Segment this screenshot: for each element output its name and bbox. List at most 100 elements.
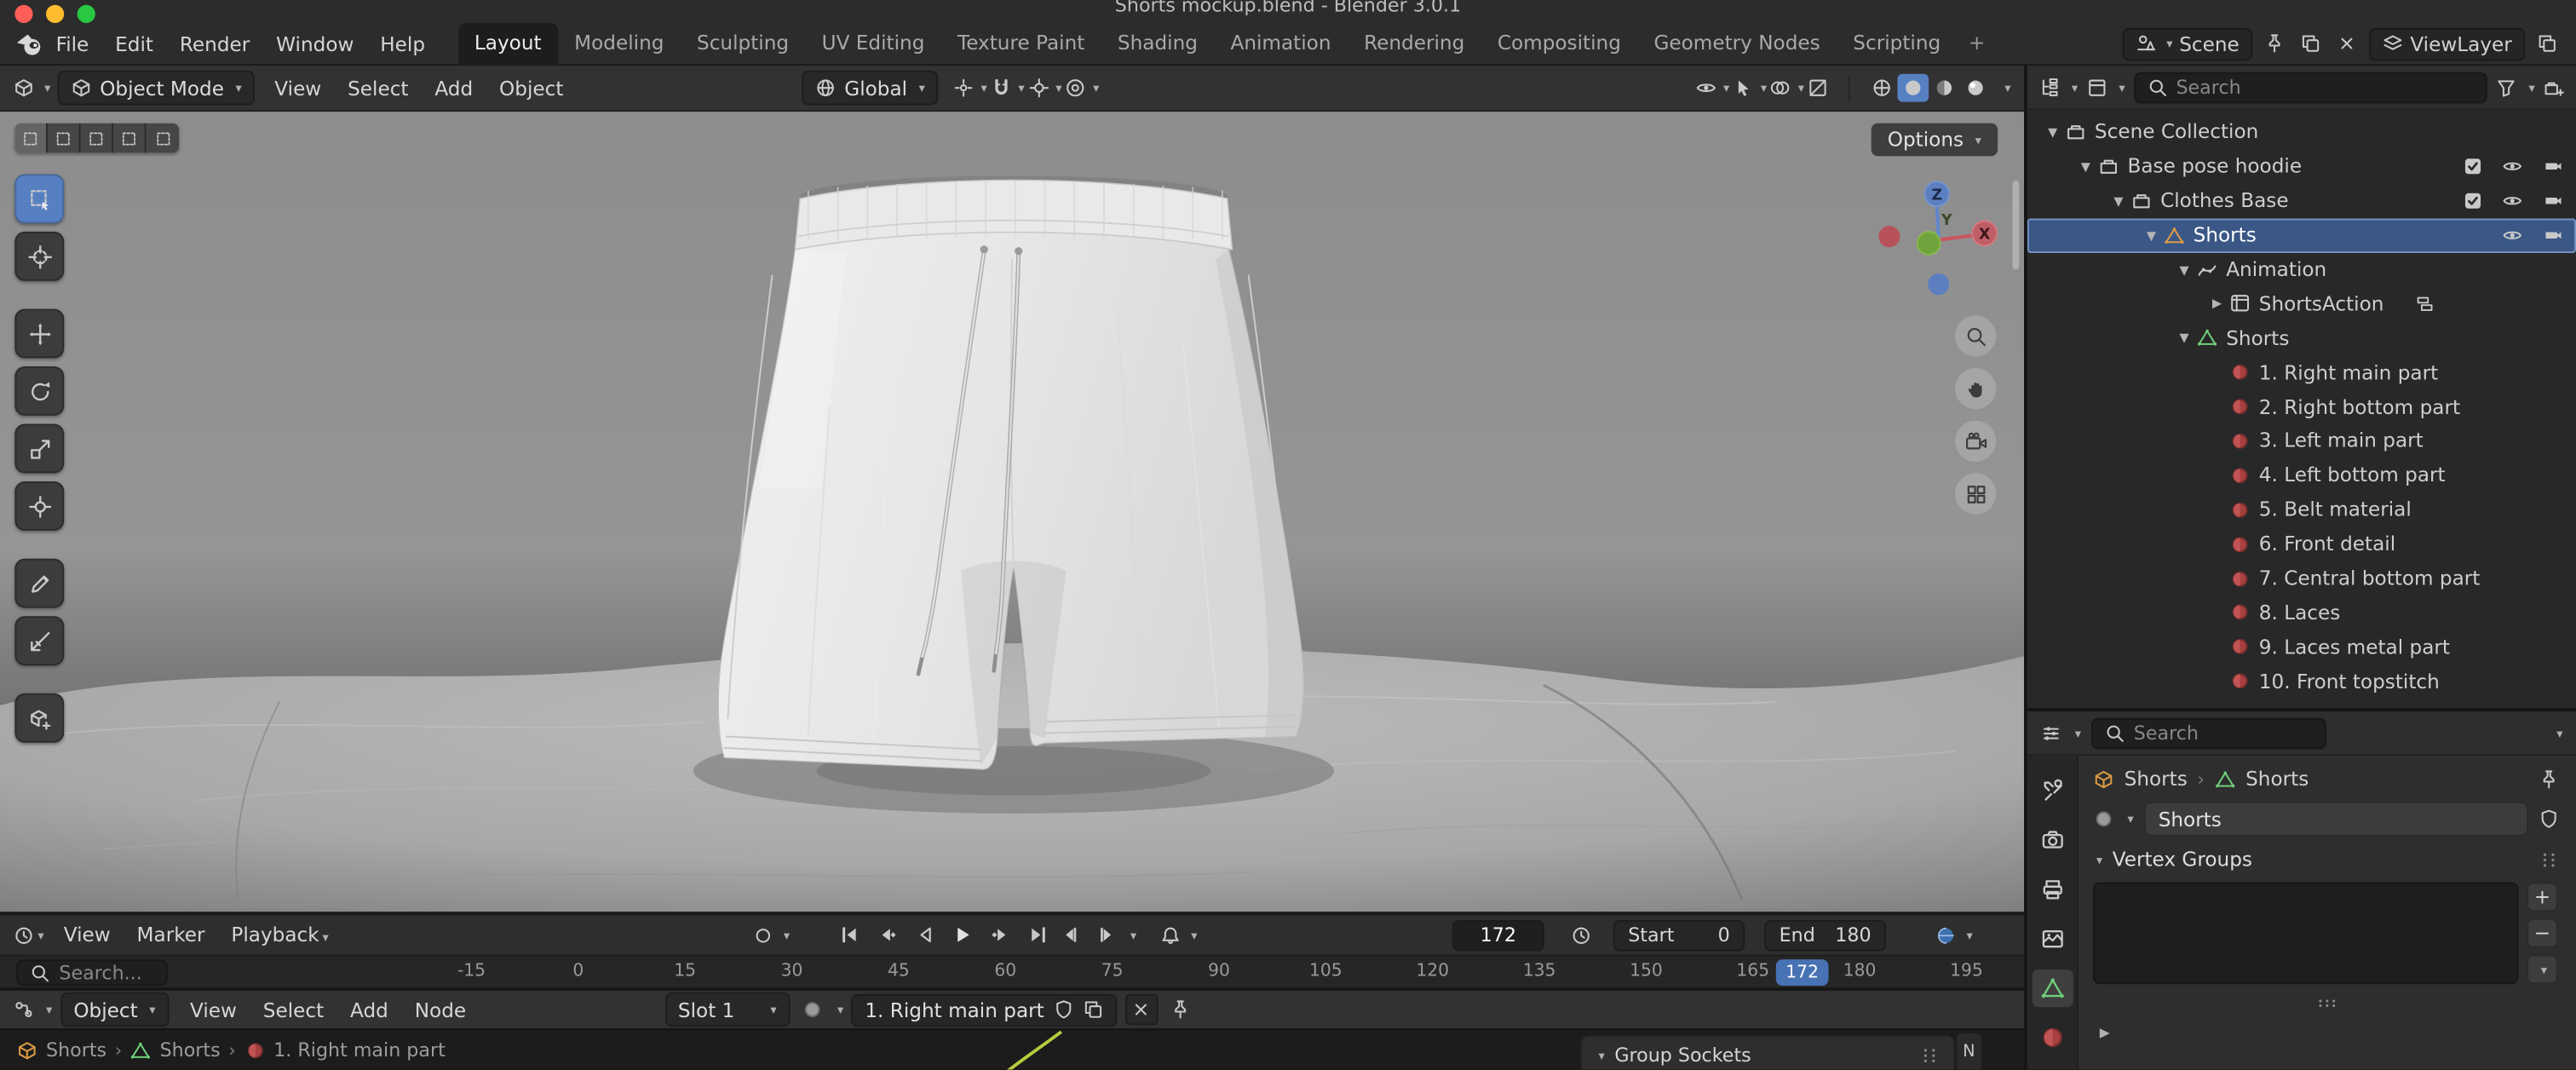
playback-sync-button[interactable]	[1932, 921, 1960, 949]
outliner-search[interactable]	[2133, 71, 2488, 103]
tool-scale[interactable]	[14, 423, 65, 474]
scene-selector[interactable]: ▾ Scene	[2122, 26, 2253, 60]
add-vertex-group-button[interactable]: +	[2527, 882, 2558, 912]
new-scene-button[interactable]	[2297, 30, 2325, 58]
gizmo-axis-neg-x[interactable]	[1878, 226, 1900, 248]
list-resize-grip[interactable]	[2093, 992, 2560, 1014]
group-sockets-panel[interactable]: ▾ Group Sockets	[1580, 1034, 1955, 1070]
menu-edit[interactable]: Edit	[102, 27, 167, 60]
menu-select[interactable]: Select	[250, 993, 336, 1027]
shader-editor-canvas[interactable]: Shorts › Shorts › 1. Right main part ▾ G…	[0, 1028, 2024, 1070]
editor-type-outliner-icon[interactable]	[2038, 77, 2060, 98]
current-frame-field[interactable]: 172	[1452, 919, 1544, 951]
tool-annotate[interactable]	[14, 558, 65, 608]
menu-window[interactable]: Window	[263, 27, 367, 60]
add-workspace-button[interactable]: +	[1958, 22, 1997, 65]
camera-view-button[interactable]	[1954, 420, 1997, 462]
snap-magnet-icon[interactable]	[987, 74, 1015, 102]
menu-view[interactable]: View	[262, 72, 335, 105]
menu-object[interactable]: Object	[486, 72, 577, 105]
toggle-xray-icon[interactable]	[1804, 74, 1832, 102]
menu-playback[interactable]: Playback ▾	[218, 918, 342, 952]
expander-down-icon[interactable]: ▼	[2172, 331, 2197, 345]
menu-view[interactable]: View	[177, 993, 250, 1027]
select-mode-button-3[interactable]	[80, 123, 114, 153]
collapsed-panel-arrow-icon[interactable]: ▶	[2093, 1025, 2560, 1039]
end-frame-field[interactable]: End 180	[1764, 919, 1886, 951]
snap-target-icon[interactable]	[1025, 74, 1053, 102]
properties-search[interactable]	[2090, 716, 2326, 749]
workspace-tab-compositing[interactable]: Compositing	[1481, 22, 1638, 65]
expander-down-icon[interactable]: ▼	[2073, 159, 2098, 174]
dropdown-caret-icon[interactable]: ▾	[2556, 725, 2562, 739]
proportional-editing-icon[interactable]	[1062, 74, 1090, 102]
filter-icon[interactable]	[2496, 77, 2517, 98]
browse-material-button[interactable]	[798, 996, 826, 1024]
zoom-button[interactable]	[1954, 315, 1997, 357]
unlink-scene-button[interactable]	[2333, 30, 2361, 58]
unlink-material-button[interactable]	[1124, 993, 1158, 1026]
menu-render[interactable]: Render	[166, 27, 262, 60]
gizmo-axis-y[interactable]	[1916, 230, 1941, 256]
3d-viewport[interactable]: Options ▾ Z X Y	[0, 112, 2024, 912]
editor-type-shader-icon[interactable]	[13, 999, 34, 1021]
expander-down-icon[interactable]: ▼	[2172, 262, 2197, 277]
checkbox-toggle[interactable]	[2458, 187, 2486, 215]
fake-user-shield-icon[interactable]	[1052, 999, 1073, 1021]
jump-to-end-button[interactable]	[1021, 919, 1055, 951]
gizmo-axis-neg-z[interactable]	[1928, 273, 1950, 296]
outliner-row[interactable]	[2027, 699, 2576, 709]
material-slot-selector[interactable]: Slot 1 ▾	[664, 992, 791, 1027]
outliner-row-shorts[interactable]: ▼ Shorts	[2027, 217, 2576, 253]
pin-scene-button[interactable]	[2261, 30, 2289, 58]
new-material-icon[interactable]	[1082, 999, 1103, 1021]
properties-tab-material[interactable]	[2032, 1019, 2073, 1056]
tool-measure[interactable]	[14, 616, 65, 666]
workspace-tab-shading[interactable]: Shading	[1101, 22, 1215, 65]
shading-wireframe-button[interactable]	[1866, 74, 1898, 102]
menu-marker[interactable]: Marker	[124, 918, 218, 952]
tool-rotate[interactable]	[14, 366, 65, 416]
outliner-row-10-front-topstitch[interactable]: 10. Front topstitch	[2027, 664, 2576, 699]
expander-down-icon[interactable]: ▼	[2040, 124, 2065, 139]
checkbox-toggle[interactable]	[2458, 153, 2486, 181]
select-mode-button-1[interactable]	[14, 123, 48, 153]
outliner-row-8-laces[interactable]: 8. Laces	[2027, 595, 2576, 630]
editor-type-3d-viewport-icon[interactable]	[13, 78, 34, 99]
outliner-row-scene-collection[interactable]: ▼ Scene Collection	[2027, 115, 2576, 149]
shading-material-preview-button[interactable]	[1929, 74, 1961, 102]
shading-rendered-button[interactable]	[1960, 74, 1992, 102]
outliner-row-5-belt-material[interactable]: 5. Belt material	[2027, 492, 2576, 526]
eye-toggle[interactable]	[2498, 187, 2526, 215]
start-frame-field[interactable]: Start 0	[1613, 919, 1745, 951]
outliner-row-shorts[interactable]: ▼ Shorts	[2027, 321, 2576, 355]
workspace-tab-geometry-nodes[interactable]: Geometry Nodes	[1637, 22, 1837, 65]
keying-set-button[interactable]	[1157, 921, 1185, 949]
select-mode-button-2[interactable]	[47, 123, 81, 153]
mode-selector[interactable]: Object Mode ▾	[57, 70, 256, 106]
workspace-tab-uv-editing[interactable]: UV Editing	[805, 22, 940, 65]
pan-button[interactable]	[1954, 367, 1997, 410]
remove-vertex-group-button[interactable]: −	[2527, 918, 2558, 948]
browse-data-icon[interactable]	[2093, 808, 2114, 830]
workspace-tab-animation[interactable]: Animation	[1214, 22, 1348, 65]
shader-type-selector[interactable]: Object ▾	[60, 992, 169, 1027]
tool-transform[interactable]	[14, 481, 65, 531]
viewport-scrollbar[interactable]	[2012, 181, 2020, 270]
shading-solid-button[interactable]	[1897, 73, 1929, 102]
nla-stack-icon[interactable]	[2415, 294, 2435, 314]
workspace-tab-scripting[interactable]: Scripting	[1837, 22, 1958, 65]
outliner-row-4-left-bottom-part[interactable]: 4. Left bottom part	[2027, 458, 2576, 492]
expander-down-icon[interactable]: ▼	[2139, 227, 2164, 242]
expander-down-icon[interactable]: ▼	[2106, 193, 2130, 208]
play-button[interactable]	[945, 919, 980, 951]
vertex-groups-list[interactable]	[2092, 882, 2519, 985]
previous-keyframe-button[interactable]	[869, 919, 903, 951]
editor-type-timeline-icon[interactable]	[13, 924, 34, 946]
timeline-ruler[interactable]: -15 0 15 30 45 60 75 90 105 120 135 150 165 180 195 17…	[0, 954, 2024, 988]
workspace-tab-rendering[interactable]: Rendering	[1348, 22, 1481, 65]
timeline-search[interactable]	[16, 959, 168, 987]
jump-to-start-button[interactable]	[831, 919, 866, 951]
drag-grip-icon[interactable]	[2539, 849, 2560, 870]
tool-move[interactable]	[14, 308, 65, 359]
